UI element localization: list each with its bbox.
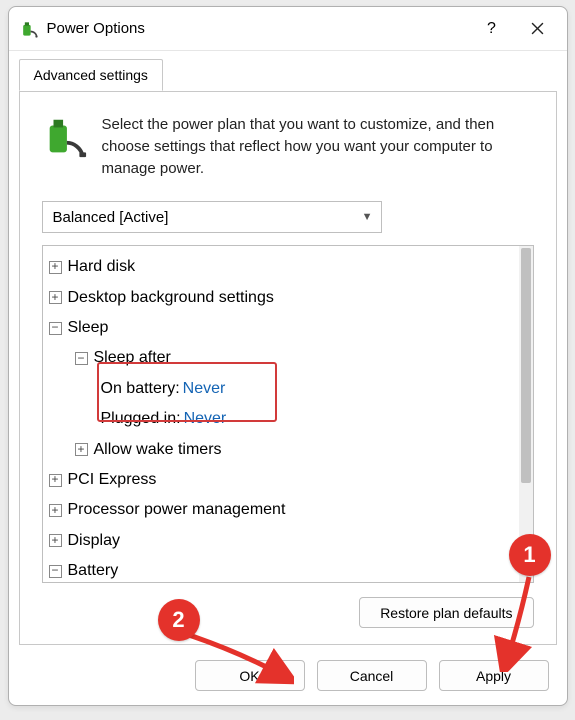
tree-item-proc-power[interactable]: +Processor power management xyxy=(49,495,519,525)
intro-row: Select the power plan that you want to c… xyxy=(42,114,534,179)
tab-advanced-settings[interactable]: Advanced settings xyxy=(19,59,163,91)
window-title: Power Options xyxy=(47,20,145,37)
tree-item-hard-disk[interactable]: +Hard disk xyxy=(49,252,519,282)
collapse-icon[interactable]: − xyxy=(49,565,62,578)
collapse-icon[interactable]: − xyxy=(75,352,88,365)
ok-button[interactable]: OK xyxy=(195,660,305,691)
power-options-window: Power Options ? Advanced settings Select… xyxy=(8,6,568,706)
scroll-thumb[interactable] xyxy=(521,248,531,483)
settings-tree: +Hard disk +Desktop background settings … xyxy=(42,245,534,583)
restore-defaults-button[interactable]: Restore plan defaults xyxy=(359,597,533,628)
expand-icon[interactable]: + xyxy=(49,534,62,547)
expand-icon[interactable]: + xyxy=(49,291,62,304)
annotation-badge-2: 2 xyxy=(158,599,200,641)
power-plan-large-icon xyxy=(42,114,88,179)
tree-item-desktop-bg[interactable]: +Desktop background settings xyxy=(49,283,519,313)
intro-text: Select the power plan that you want to c… xyxy=(102,114,534,179)
power-plan-icon xyxy=(19,19,39,39)
expand-icon[interactable]: + xyxy=(49,474,62,487)
plan-select[interactable]: Balanced [Active] ▼ xyxy=(42,201,382,233)
tree-item-sleep-after[interactable]: −Sleep after xyxy=(49,343,519,373)
dialog-body: Advanced settings Select the power plan … xyxy=(9,51,567,705)
tree-item-allow-wake[interactable]: +Allow wake timers xyxy=(49,435,519,465)
cancel-button[interactable]: Cancel xyxy=(317,660,427,691)
tree-scrollbar[interactable] xyxy=(519,246,533,582)
plan-select-value: Balanced [Active] xyxy=(53,209,169,226)
chevron-down-icon: ▼ xyxy=(362,211,373,223)
apply-button[interactable]: Apply xyxy=(439,660,549,691)
close-button[interactable] xyxy=(515,12,561,46)
tree-item-battery[interactable]: −Battery xyxy=(49,556,519,582)
plugged-in-value[interactable]: Never xyxy=(184,404,227,434)
tree-item-plugged-in[interactable]: Plugged in:Never xyxy=(49,404,519,434)
annotation-badge-1: 1 xyxy=(509,534,551,576)
panel-footer: Restore plan defaults xyxy=(42,597,534,628)
tab-advanced-label: Advanced settings xyxy=(34,67,148,83)
tree-item-display[interactable]: +Display xyxy=(49,526,519,556)
expand-icon[interactable]: + xyxy=(75,443,88,456)
expand-icon[interactable]: + xyxy=(49,261,62,274)
tree-item-on-battery[interactable]: On battery:Never xyxy=(49,374,519,404)
advanced-panel: Select the power plan that you want to c… xyxy=(19,91,557,645)
collapse-icon[interactable]: − xyxy=(49,322,62,335)
expand-icon[interactable]: + xyxy=(49,504,62,517)
tree-content[interactable]: +Hard disk +Desktop background settings … xyxy=(43,246,519,582)
on-battery-value[interactable]: Never xyxy=(183,374,226,404)
dialog-buttons: OK Cancel Apply xyxy=(195,660,549,691)
tree-item-pci-express[interactable]: +PCI Express xyxy=(49,465,519,495)
help-button[interactable]: ? xyxy=(469,12,515,46)
titlebar: Power Options ? xyxy=(9,7,567,51)
tree-item-sleep[interactable]: −Sleep xyxy=(49,313,519,343)
